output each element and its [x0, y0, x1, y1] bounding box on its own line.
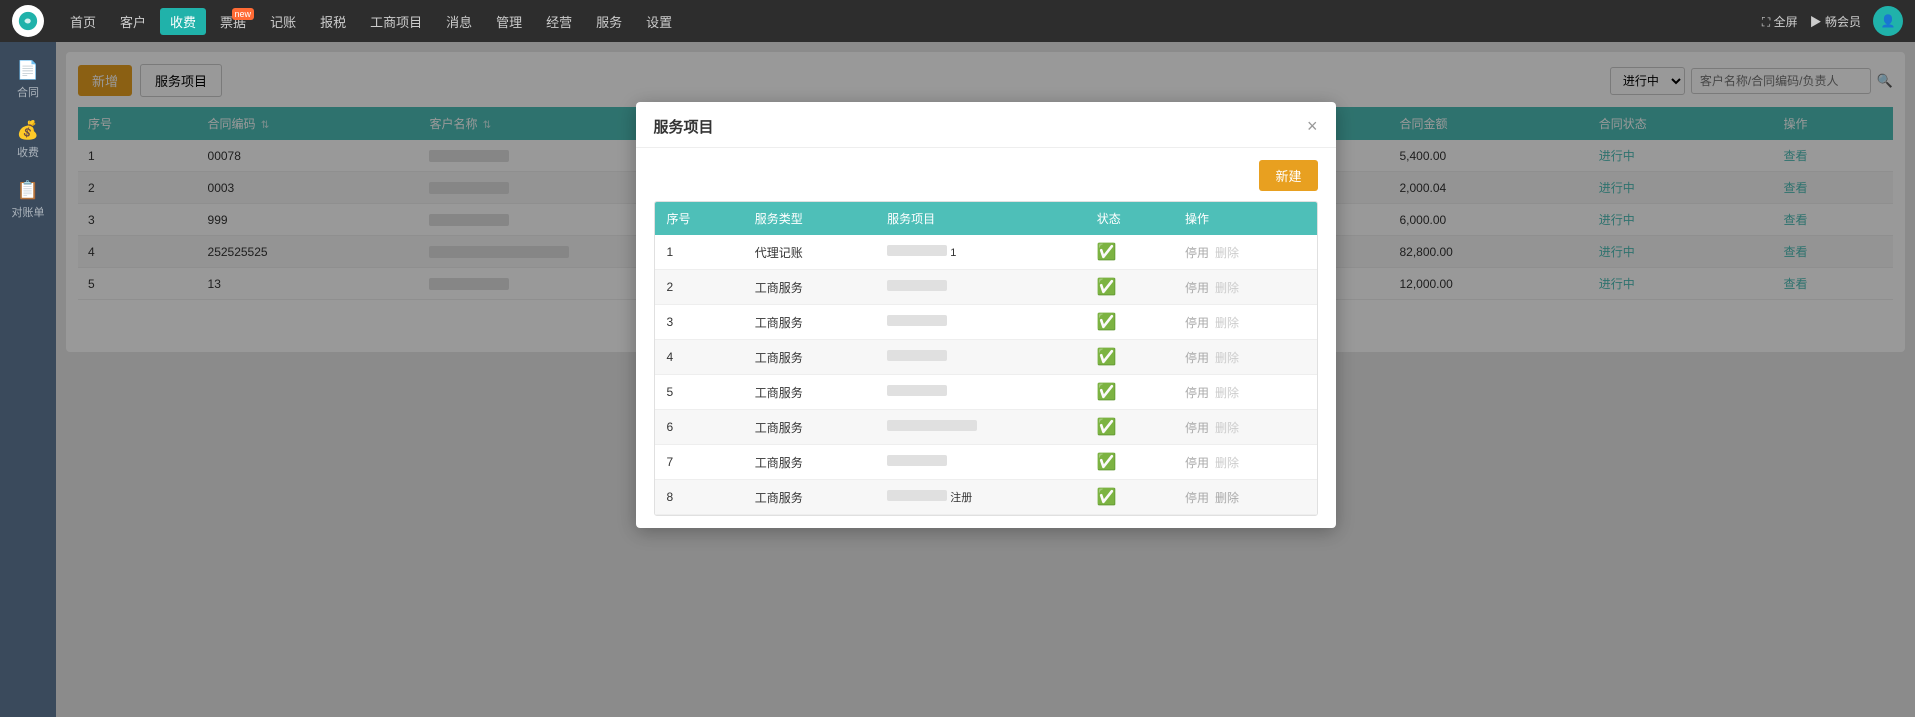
list-item: 1 代理记账 1 ✅ 停用删除 — [655, 235, 1317, 270]
sidebar-item-reconcile[interactable]: 📋 对账单 — [3, 172, 53, 228]
modal-body: 新建 序号 服务类型 服务项目 状态 操作 — [636, 148, 1336, 528]
modal-col-type: 服务类型 — [743, 202, 875, 235]
billing-icon: 💰 — [17, 120, 39, 141]
contract-icon: 📄 — [17, 60, 39, 81]
modal-col-op: 操作 — [1173, 202, 1317, 235]
nav-messages[interactable]: 消息 — [436, 8, 482, 35]
nav-home[interactable]: 首页 — [60, 8, 106, 35]
sidebar-item-billing[interactable]: 💰 收费 — [3, 112, 53, 168]
list-item: 2 工商服务 ✅ 停用删除 — [655, 270, 1317, 305]
nav-biz[interactable]: 工商项目 — [360, 8, 432, 35]
modal-title: 服务项目 — [654, 116, 714, 137]
top-navigation: 首页 客户 收费 票据 new 记账 报税 工商项目 消息 管理 经营 服务 设… — [0, 0, 1915, 42]
modal-header: 服务项目 × — [636, 102, 1336, 148]
list-item: 8 工商服务 注册 ✅ 停用删除 — [655, 480, 1317, 515]
fullscreen-btn[interactable]: ⛶ 全屏 — [1762, 13, 1798, 30]
nav-invoice[interactable]: 票据 new — [210, 8, 256, 35]
nav-manage[interactable]: 管理 — [486, 8, 532, 35]
modal-overlay: 服务项目 × 新建 序号 服务类型 服务项目 状态 操作 — [56, 42, 1915, 717]
nav-client[interactable]: 客户 — [110, 8, 156, 35]
modal-close-button[interactable]: × — [1307, 116, 1318, 137]
sidebar-item-billing-label: 收费 — [17, 144, 39, 160]
nav-operation[interactable]: 经营 — [536, 8, 582, 35]
avatar[interactable]: 👤 — [1873, 6, 1903, 36]
modal-table-wrap[interactable]: 序号 服务类型 服务项目 状态 操作 1 代理记账 1 ✅ — [654, 201, 1318, 516]
app-logo — [12, 5, 44, 37]
service-items-modal: 服务项目 × 新建 序号 服务类型 服务项目 状态 操作 — [636, 102, 1336, 528]
nav-bookkeeping[interactable]: 记账 — [260, 8, 306, 35]
modal-col-no: 序号 — [655, 202, 743, 235]
list-item: 7 工商服务 ✅ 停用删除 — [655, 445, 1317, 480]
new-badge: new — [232, 8, 255, 20]
sidebar-item-contract-label: 合同 — [17, 84, 39, 100]
list-item: 5 工商服务 ✅ 停用删除 — [655, 375, 1317, 410]
list-item: 6 工商服务 ✅ 停用删除 — [655, 410, 1317, 445]
modal-new-button[interactable]: 新建 — [1259, 160, 1317, 191]
sidebar: 📄 合同 💰 收费 📋 对账单 — [0, 42, 56, 717]
sidebar-item-contract[interactable]: 📄 合同 — [3, 52, 53, 108]
modal-toolbar: 新建 — [654, 160, 1318, 191]
nav-settings[interactable]: 设置 — [636, 8, 682, 35]
nav-tax[interactable]: 报税 — [310, 8, 356, 35]
nav-items: 首页 客户 收费 票据 new 记账 报税 工商项目 消息 管理 经营 服务 设… — [60, 8, 1762, 35]
sidebar-item-reconcile-label: 对账单 — [12, 204, 45, 220]
list-item: 3 工商服务 ✅ 停用删除 — [655, 305, 1317, 340]
modal-col-item: 服务项目 — [875, 202, 1085, 235]
right-actions: ⛶ 全屏 ▶ 畅会员 👤 — [1762, 6, 1903, 36]
list-item: 4 工商服务 ✅ 停用删除 — [655, 340, 1317, 375]
nav-billing[interactable]: 收费 — [160, 8, 206, 35]
reconcile-icon: 📋 — [17, 180, 39, 201]
modal-col-status: 状态 — [1085, 202, 1173, 235]
nav-service[interactable]: 服务 — [586, 8, 632, 35]
service-items-table: 序号 服务类型 服务项目 状态 操作 1 代理记账 1 ✅ — [655, 202, 1317, 515]
member-btn[interactable]: ▶ 畅会员 — [1810, 13, 1861, 30]
